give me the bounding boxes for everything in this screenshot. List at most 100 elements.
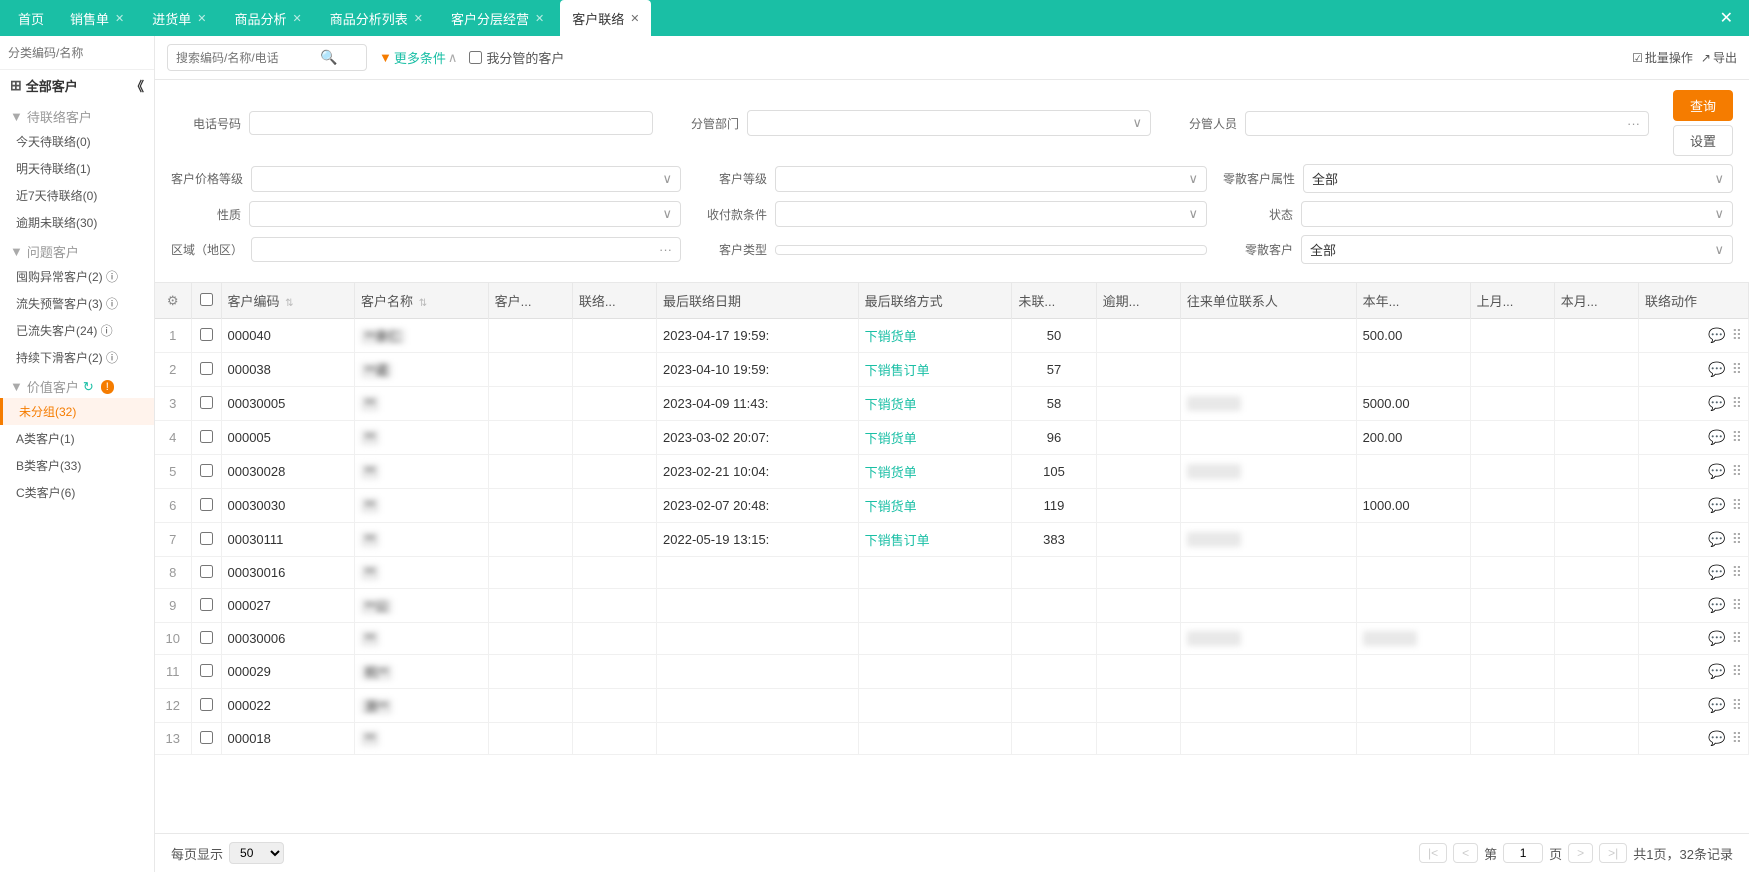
sort-icon[interactable]: ⇅ <box>419 298 427 309</box>
col-checkbox[interactable] <box>191 283 221 319</box>
filter-select-customer-type[interactable] <box>775 245 1207 255</box>
grid-action-icon[interactable]: ⠿ <box>1732 697 1742 714</box>
search-input[interactable] <box>176 51 316 65</box>
close-tab-icon[interactable]: ✕ <box>197 12 206 25</box>
col-no-contact-header[interactable]: 未联... <box>1012 283 1096 319</box>
next-page-btn[interactable]: > <box>1568 843 1593 863</box>
col-contact-header[interactable]: 联络... <box>572 283 656 319</box>
filter-select-customer-level[interactable]: ∨ <box>775 166 1207 192</box>
per-page-select[interactable]: 50 100 200 <box>229 842 284 864</box>
sidebar-collapse-icon[interactable]: 《 <box>131 76 144 95</box>
filter-select-nature[interactable]: ∨ <box>249 201 681 227</box>
col-overdue-header[interactable]: 逾期... <box>1096 283 1180 319</box>
message-icon[interactable]: 💬 <box>1708 597 1725 614</box>
close-tab-icon[interactable]: ✕ <box>630 12 639 25</box>
grid-action-icon[interactable]: ⠿ <box>1732 663 1742 680</box>
col-last-contact-way-header[interactable]: 最后联络方式 <box>858 283 1012 319</box>
filter-select-status[interactable]: ∨ <box>1301 201 1733 227</box>
col-last-contact-date-header[interactable]: 最后联络日期 <box>657 283 859 319</box>
row-checkbox[interactable] <box>200 565 213 578</box>
prev-page-btn[interactable]: < <box>1453 843 1478 863</box>
grid-action-icon[interactable]: ⠿ <box>1732 597 1742 614</box>
grid-action-icon[interactable]: ⠿ <box>1732 564 1742 581</box>
col-type-header[interactable]: 客户... <box>488 283 572 319</box>
close-tab-icon[interactable]: ✕ <box>115 12 124 25</box>
filter-select-sparse-attr[interactable]: 全部 ∨ <box>1303 164 1733 193</box>
row-checkbox[interactable] <box>200 598 213 611</box>
filter-select-sparse[interactable]: 全部 ∨ <box>1301 235 1733 264</box>
message-icon[interactable]: 💬 <box>1708 531 1725 548</box>
nav-tab-customer-tier[interactable]: 客户分层经营 ✕ <box>439 0 556 36</box>
my-customers-check[interactable] <box>469 51 482 64</box>
col-this-year-header[interactable]: 本年... <box>1356 283 1470 319</box>
sidebar-item-ungroup[interactable]: 未分组(32) <box>0 398 154 425</box>
sidebar-item-churned[interactable]: 已流失客户(24) ⓘ <box>0 317 154 344</box>
row-checkbox[interactable] <box>200 430 213 443</box>
filter-select-price-level[interactable]: ∨ <box>251 166 681 192</box>
last-page-btn[interactable]: >| <box>1599 843 1627 863</box>
filter-select-payment[interactable]: ∨ <box>775 201 1207 227</box>
grid-action-icon[interactable]: ⠿ <box>1732 429 1742 446</box>
my-customers-checkbox[interactable]: 我分管的客户 <box>469 48 564 67</box>
refresh-icon[interactable]: ↻ <box>83 379 94 395</box>
sidebar-item-today[interactable]: 今天待联络(0) <box>0 128 154 155</box>
search-icon[interactable]: 🔍 <box>320 49 337 66</box>
row-checkbox[interactable] <box>200 498 213 511</box>
message-icon[interactable]: 💬 <box>1708 630 1725 647</box>
sidebar-search-input[interactable] <box>8 46 155 60</box>
row-checkbox[interactable] <box>200 731 213 744</box>
filter-input-phone[interactable] <box>249 111 653 135</box>
col-code-header[interactable]: 客户编码 ⇅ <box>221 283 355 319</box>
nav-tab-purchase[interactable]: 进货单 ✕ <box>140 0 218 36</box>
message-icon[interactable]: 💬 <box>1708 361 1725 378</box>
message-icon[interactable]: 💬 <box>1708 327 1725 344</box>
message-icon[interactable]: 💬 <box>1708 564 1725 581</box>
export-btn[interactable]: ↗ 导出 <box>1701 49 1737 66</box>
sidebar-item-class-c[interactable]: C类客户(6) <box>0 479 154 506</box>
row-checkbox[interactable] <box>200 396 213 409</box>
grid-action-icon[interactable]: ⠿ <box>1732 531 1742 548</box>
first-page-btn[interactable]: |< <box>1419 843 1447 863</box>
filter-select-dept[interactable]: ∨ <box>747 110 1151 136</box>
message-icon[interactable]: 💬 <box>1708 429 1725 446</box>
sidebar-item-hoarding[interactable]: 囤购异常客户(2) ⓘ <box>0 263 154 290</box>
reset-button[interactable]: 设置 <box>1673 125 1733 156</box>
sidebar-item-7days[interactable]: 近7天待联络(0) <box>0 182 154 209</box>
grid-action-icon[interactable]: ⠿ <box>1732 630 1742 647</box>
message-icon[interactable]: 💬 <box>1708 663 1725 680</box>
close-tab-icon[interactable]: ✕ <box>293 12 302 25</box>
query-button[interactable]: 查询 <box>1673 90 1733 121</box>
grid-action-icon[interactable]: ⠿ <box>1732 497 1742 514</box>
nav-home[interactable]: 首页 <box>8 9 54 28</box>
row-checkbox[interactable] <box>200 698 213 711</box>
grid-action-icon[interactable]: ⠿ <box>1732 361 1742 378</box>
sidebar-item-class-a[interactable]: A类客户(1) <box>0 425 154 452</box>
window-close-button[interactable]: ✕ <box>1712 8 1741 28</box>
col-last-month-header[interactable]: 上月... <box>1470 283 1554 319</box>
sidebar-item-declining[interactable]: 持续下滑客户(2) ⓘ <box>0 344 154 371</box>
col-gear[interactable]: ⚙ <box>155 283 191 319</box>
row-checkbox[interactable] <box>200 631 213 644</box>
sidebar-item-churn-warning[interactable]: 流失预警客户(3) ⓘ <box>0 290 154 317</box>
row-checkbox[interactable] <box>200 362 213 375</box>
page-number-input[interactable] <box>1503 843 1543 863</box>
grid-action-icon[interactable]: ⠿ <box>1732 395 1742 412</box>
nav-tab-analysis[interactable]: 商品分析 ✕ <box>222 0 313 36</box>
close-tab-icon[interactable]: ✕ <box>414 12 423 25</box>
message-icon[interactable]: 💬 <box>1708 497 1725 514</box>
sidebar-item-tomorrow[interactable]: 明天待联络(1) <box>0 155 154 182</box>
message-icon[interactable]: 💬 <box>1708 463 1725 480</box>
nav-tab-analysis-list[interactable]: 商品分析列表 ✕ <box>318 0 435 36</box>
message-icon[interactable]: 💬 <box>1708 395 1725 412</box>
row-checkbox[interactable] <box>200 464 213 477</box>
col-name-header[interactable]: 客户名称 ⇅ <box>355 283 489 319</box>
col-this-month-header[interactable]: 本月... <box>1554 283 1638 319</box>
batch-operation-btn[interactable]: ☑ 批量操作 <box>1632 49 1693 66</box>
row-checkbox[interactable] <box>200 328 213 341</box>
filter-select-manager[interactable]: ··· <box>1245 111 1649 136</box>
close-tab-icon[interactable]: ✕ <box>535 12 544 25</box>
nav-tab-sales[interactable]: 销售单 ✕ <box>58 0 136 36</box>
sidebar-all-customers[interactable]: ⊞ 全部客户 《 <box>0 70 154 101</box>
row-checkbox[interactable] <box>200 664 213 677</box>
more-conditions-btn[interactable]: ▼ 更多条件 ∧ <box>379 48 457 67</box>
